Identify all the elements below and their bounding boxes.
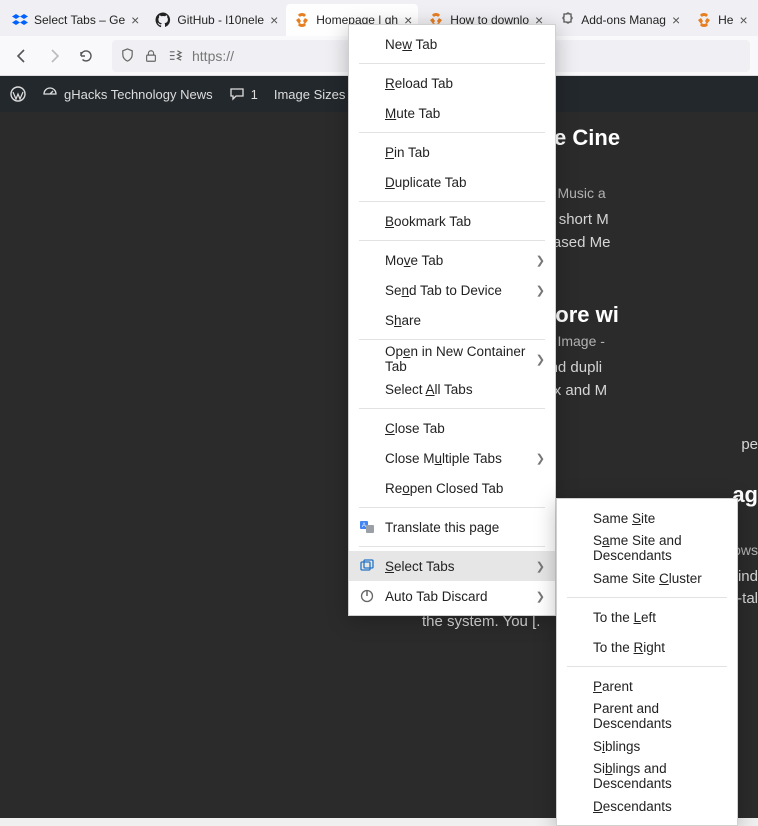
menu-item[interactable]: Close Multiple Tabs ❯	[349, 443, 555, 473]
menu-item[interactable]: Same Site Cluster	[557, 563, 737, 593]
comments-button[interactable]: 1	[229, 86, 258, 102]
wp-admin-button[interactable]	[10, 86, 26, 102]
menu-item[interactable]: Same Site	[557, 503, 737, 533]
tab-close-button[interactable]: ×	[131, 13, 139, 27]
submenu-arrow-icon: ❯	[536, 254, 545, 267]
translate-icon: A	[359, 519, 375, 535]
wordpress-icon	[10, 86, 26, 102]
back-button[interactable]	[8, 42, 36, 70]
browser-tab[interactable]: Select Tabs – Ge ×	[4, 4, 145, 36]
menu-item[interactable]: Pin Tab	[349, 137, 555, 167]
tab-close-button[interactable]: ×	[672, 13, 680, 27]
menu-item-label: Select All Tabs	[385, 382, 473, 397]
menu-item[interactable]: Reload Tab	[349, 68, 555, 98]
menu-item-label: Open in New Container Tab	[385, 344, 543, 374]
menu-item-label: Parent	[593, 679, 633, 694]
menu-item[interactable]: Parent and Descendants	[557, 701, 737, 731]
menu-item[interactable]: Reopen Closed Tab	[349, 473, 555, 503]
menu-item[interactable]: Same Site and Descendants	[557, 533, 737, 563]
tab-label: Add-ons Manag	[581, 13, 666, 27]
menu-item-label: Translate this page	[385, 520, 499, 535]
dashboard-icon	[42, 86, 58, 102]
image-sizes-link[interactable]: Image Sizes	[274, 87, 346, 102]
menu-item[interactable]: Select Tabs ❯	[349, 551, 555, 581]
menu-item-label: New Tab	[385, 37, 437, 52]
browser-tab[interactable]: Add-ons Manag ×	[551, 4, 686, 36]
browser-tab[interactable]: GitHub - l10nele ×	[147, 4, 284, 36]
menu-item[interactable]: Move Tab ❯	[349, 245, 555, 275]
tab-label: GitHub - l10nele	[177, 13, 264, 27]
menu-item-label: To the Right	[593, 640, 665, 655]
menu-item-label: To the Left	[593, 610, 656, 625]
menu-item[interactable]: Siblings	[557, 731, 737, 761]
menu-item-label: Send Tab to Device	[385, 283, 502, 298]
menu-item-label: Descendants	[593, 799, 672, 814]
tab-context-menu: New Tab Reload Tab Mute Tab Pin Tab Duplicat…	[348, 24, 556, 616]
menu-item-label: Same Site	[593, 511, 655, 526]
menu-item-label: Move Tab	[385, 253, 443, 268]
menu-item[interactable]: Bookmark Tab	[349, 206, 555, 236]
puzzle-icon	[559, 12, 575, 28]
tab-label: Select Tabs – Ge	[34, 13, 125, 27]
submenu-arrow-icon: ❯	[536, 590, 545, 603]
site-name[interactable]: gHacks Technology News	[42, 86, 213, 102]
svg-text:A: A	[362, 523, 366, 529]
ghacks-icon	[294, 12, 310, 28]
power-icon	[359, 588, 375, 604]
menu-item-label: Auto Tab Discard	[385, 589, 488, 604]
menu-item-label: Siblings and Descendants	[593, 761, 725, 791]
menu-item-label: Close Tab	[385, 421, 445, 436]
menu-item-label: Share	[385, 313, 421, 328]
menu-item-label: Same Site Cluster	[593, 571, 702, 586]
reload-button[interactable]	[72, 42, 100, 70]
menu-item-label: Reload Tab	[385, 76, 453, 91]
menu-item[interactable]: Mute Tab	[349, 98, 555, 128]
lock-icon	[144, 49, 160, 63]
menu-item[interactable]: Siblings and Descendants	[557, 761, 737, 791]
menu-item-label: Duplicate Tab	[385, 175, 467, 190]
menu-item[interactable]: Open in New Container Tab❯	[349, 344, 555, 374]
comment-icon	[229, 86, 245, 102]
comments-count: 1	[251, 87, 258, 102]
submenu-arrow-icon: ❯	[536, 353, 545, 366]
menu-item[interactable]: Close Tab	[349, 413, 555, 443]
shield-icon	[120, 48, 136, 63]
browser-tab[interactable]: He ×	[688, 4, 754, 36]
select-tabs-submenu: Same Site Same Site and Descendants Same S…	[556, 498, 738, 826]
menu-item[interactable]: A Translate this page	[349, 512, 555, 542]
menu-item[interactable]: Descendants	[557, 791, 737, 821]
menu-item[interactable]: New Tab	[349, 29, 555, 59]
forward-button[interactable]	[40, 42, 68, 70]
menu-item[interactable]: Select All Tabs	[349, 374, 555, 404]
tab-close-button[interactable]: ×	[739, 13, 747, 27]
menu-item-label: Close Multiple Tabs	[385, 451, 502, 466]
menu-item-label: Mute Tab	[385, 106, 440, 121]
menu-item-label: Parent and Descendants	[593, 701, 725, 731]
ghacks-icon	[696, 12, 712, 28]
tabs-icon	[359, 558, 375, 574]
github-icon	[155, 12, 171, 28]
dropbox-icon	[12, 12, 28, 28]
menu-item[interactable]: To the Right	[557, 632, 737, 662]
menu-item[interactable]: Duplicate Tab	[349, 167, 555, 197]
tab-close-button[interactable]: ×	[270, 13, 278, 27]
menu-item[interactable]: Parent	[557, 671, 737, 701]
menu-item[interactable]: Auto Tab Discard ❯	[349, 581, 555, 611]
submenu-arrow-icon: ❯	[536, 452, 545, 465]
site-name-label: gHacks Technology News	[64, 87, 213, 102]
submenu-arrow-icon: ❯	[536, 284, 545, 297]
menu-item-label: Same Site and Descendants	[593, 533, 725, 563]
menu-item-label: Pin Tab	[385, 145, 430, 160]
permissions-icon	[168, 48, 184, 63]
submenu-arrow-icon: ❯	[536, 560, 545, 573]
menu-item[interactable]: Share	[349, 305, 555, 335]
menu-item[interactable]: To the Left	[557, 602, 737, 632]
menu-item-label: Bookmark Tab	[385, 214, 471, 229]
menu-item[interactable]: Send Tab to Device ❯	[349, 275, 555, 305]
menu-item-label: Select Tabs	[385, 559, 455, 574]
tab-label: He	[718, 13, 733, 27]
menu-item-label: Reopen Closed Tab	[385, 481, 503, 496]
menu-item-label: Siblings	[593, 739, 640, 754]
